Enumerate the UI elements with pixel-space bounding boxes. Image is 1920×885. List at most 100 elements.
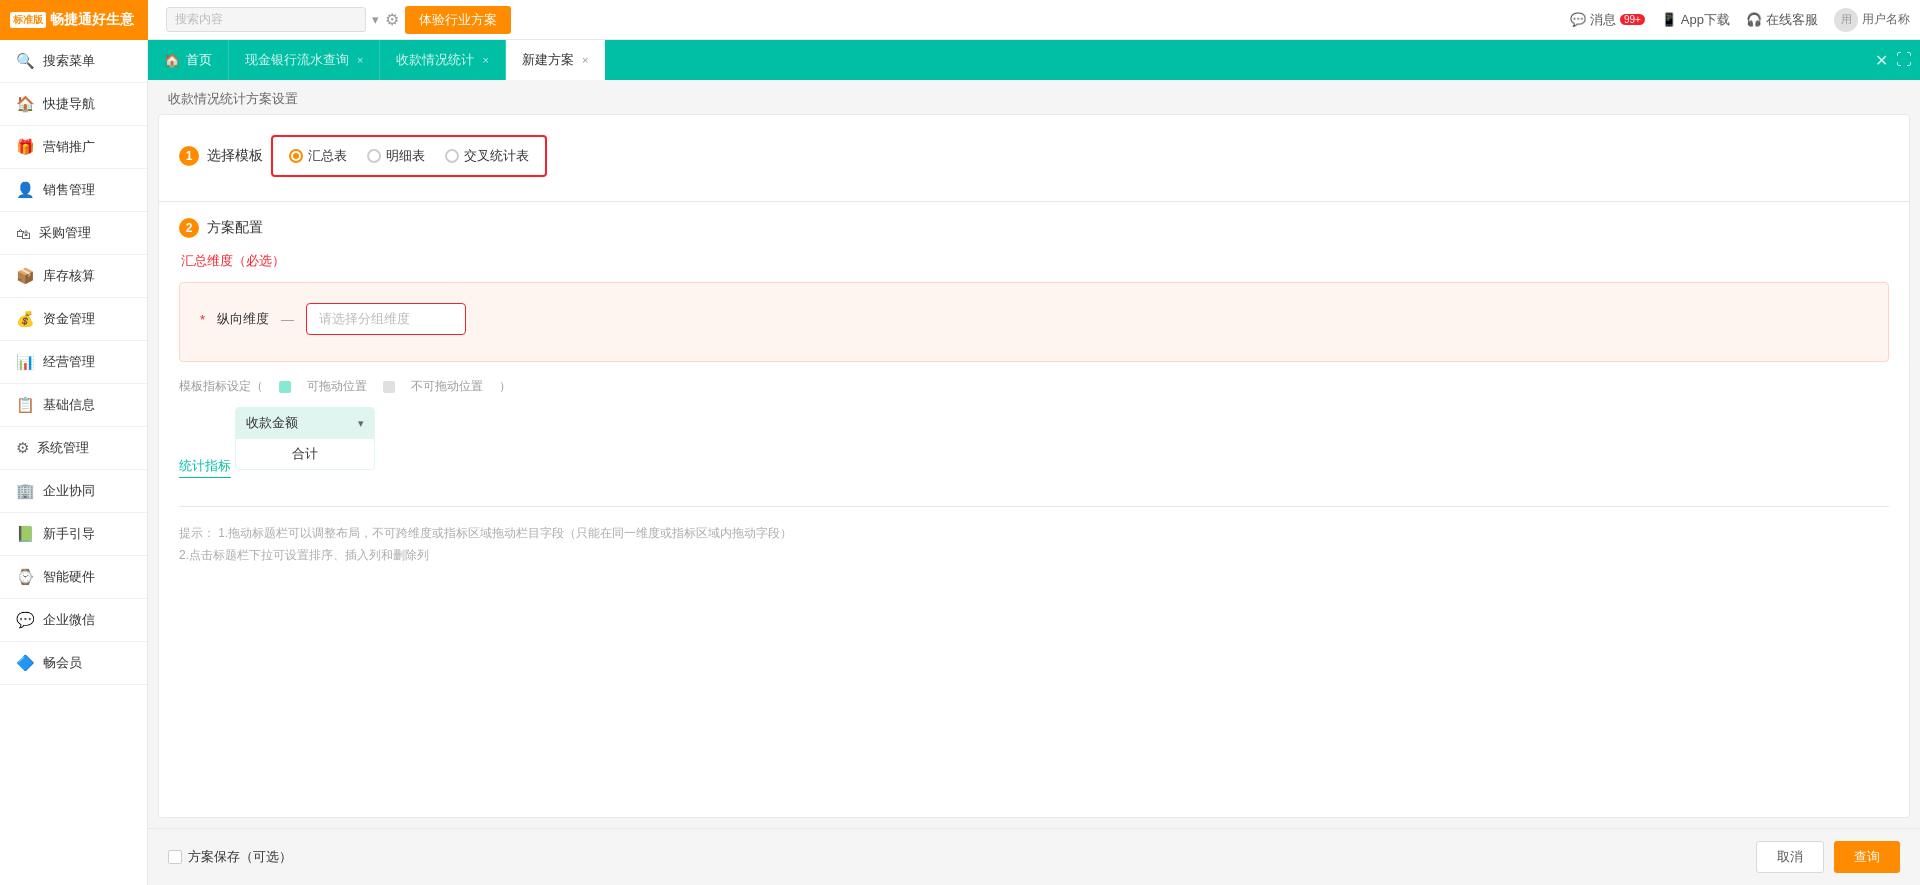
online-support-btn[interactable]: 🎧 在线客服 — [1746, 11, 1818, 29]
radio-summary[interactable]: 汇总表 — [289, 147, 347, 165]
message-btn[interactable]: 💬 消息 99+ — [1570, 11, 1645, 29]
vertical-dim-label: 纵向维度 — [217, 310, 269, 328]
cancel-button[interactable]: 取消 — [1756, 841, 1824, 873]
logo-area: 标准版 畅捷通好生意 — [0, 0, 148, 40]
system-icon: ⚙ — [16, 439, 29, 457]
message-badge: 99+ — [1620, 14, 1645, 25]
sidebar-item-system[interactable]: ⚙ 系统管理 — [0, 427, 147, 470]
member-icon: 🔷 — [16, 654, 35, 672]
support-icon: 🎧 — [1746, 12, 1762, 27]
sidebar-item-label: 资金管理 — [43, 310, 95, 328]
radio-detail-circle — [367, 149, 381, 163]
sidebar-item-sales[interactable]: 👤 销售管理 — [0, 169, 147, 212]
tab-new-plan[interactable]: 新建方案 × — [506, 40, 605, 80]
guide-icon: 📗 — [16, 525, 35, 543]
sidebar-item-wechat[interactable]: 💬 企业微信 — [0, 599, 147, 642]
tab-collection-stats-close[interactable]: × — [482, 54, 488, 66]
hardware-icon: ⌚ — [16, 568, 35, 586]
sidebar-item-label: 新手引导 — [43, 525, 95, 543]
header-search-box[interactable]: 搜索内容 — [166, 7, 366, 32]
tab-bank-flow-close[interactable]: × — [357, 54, 363, 66]
save-checkbox-input[interactable] — [168, 850, 182, 864]
wechat-icon: 💬 — [16, 611, 35, 629]
purchase-icon: 🛍 — [16, 225, 31, 242]
metrics-column-header: 收款金额 — [246, 414, 298, 432]
tab-close-all-btn[interactable]: ✕ — [1875, 51, 1888, 70]
query-button[interactable]: 查询 — [1834, 841, 1900, 873]
required-star: * — [200, 312, 205, 327]
sidebar-item-marketing[interactable]: 🎁 营销推广 — [0, 126, 147, 169]
app-download-btn[interactable]: 📱 App下载 — [1661, 11, 1730, 29]
sidebar-item-guide[interactable]: 📗 新手引导 — [0, 513, 147, 556]
tab-expand-btn[interactable]: ⛶ — [1896, 51, 1912, 69]
sidebar-item-label: 采购管理 — [39, 224, 91, 242]
tab-home[interactable]: 🏠 首页 — [148, 40, 229, 80]
search-menu-icon: 🔍 — [16, 52, 35, 70]
radio-crosstab[interactable]: 交叉统计表 — [445, 147, 529, 165]
sidebar-item-label: 库存核算 — [43, 267, 95, 285]
sidebar-item-label: 畅会员 — [43, 654, 82, 672]
tab-new-plan-close[interactable]: × — [582, 54, 588, 66]
marketing-icon: 🎁 — [16, 138, 35, 156]
settings-icon[interactable]: ⚙ — [385, 10, 399, 29]
tip-line1: 提示： 1.拖动标题栏可以调整布局，不可跨维度或指标区域拖动栏目字段（只能在同一… — [179, 523, 1889, 545]
draggable-label: 可拖动位置 — [307, 378, 367, 395]
bottom-bar: 方案保存（可选） 取消 查询 — [148, 828, 1920, 885]
tab-bank-flow-label: 现金银行流水查询 — [245, 51, 349, 69]
step1-number: 1 — [179, 146, 199, 166]
sidebar-item-member[interactable]: 🔷 畅会员 — [0, 642, 147, 685]
sidebar-item-label: 系统管理 — [37, 439, 89, 457]
dimension-area: * 纵向维度 — 请选择分组维度 — [179, 282, 1889, 362]
metrics-dropdown-arrow[interactable]: ▾ — [358, 417, 364, 430]
page-title: 收款情况统计方案设置 — [168, 91, 298, 106]
metrics-section: 模板指标设定（ 可拖动位置 不可拖动位置 ） 统计指标 — [179, 378, 1889, 486]
radio-crosstab-circle — [445, 149, 459, 163]
draggable-tag — [279, 381, 291, 393]
sidebar-item-search-menu[interactable]: 🔍 搜索菜单 — [0, 40, 147, 83]
non-draggable-label: 不可拖动位置 — [411, 378, 483, 395]
sidebar-item-hardware[interactable]: ⌚ 智能硬件 — [0, 556, 147, 599]
sidebar-item-enterprise[interactable]: 🏢 企业协同 — [0, 470, 147, 513]
basic-icon: 📋 — [16, 396, 35, 414]
sidebar-item-quick-nav[interactable]: 🏠 快捷导航 — [0, 83, 147, 126]
sidebar-item-label: 搜索菜单 — [43, 52, 95, 70]
tab-home-label: 首页 — [186, 51, 212, 69]
sidebar-item-operations[interactable]: 📊 经营管理 — [0, 341, 147, 384]
search-placeholder: 搜索内容 — [175, 11, 223, 28]
sidebar-item-label: 销售管理 — [43, 181, 95, 199]
tab-new-plan-label: 新建方案 — [522, 51, 574, 69]
user-area[interactable]: 用 用户名称 — [1834, 8, 1920, 32]
sidebar-item-basic[interactable]: 📋 基础信息 — [0, 384, 147, 427]
sidebar-item-label: 经营管理 — [43, 353, 95, 371]
step1-title: 选择模板 — [207, 147, 263, 165]
save-checkbox-label: 方案保存（可选） — [188, 848, 292, 866]
radio-detail[interactable]: 明细表 — [367, 147, 425, 165]
enterprise-icon: 🏢 — [16, 482, 35, 500]
template-selector: 汇总表 明细表 交叉统计表 — [271, 135, 547, 177]
tab-collection-stats[interactable]: 收款情况统计 × — [380, 40, 505, 80]
finance-icon: 💰 — [16, 310, 35, 328]
dimension-select[interactable]: 请选择分组维度 — [306, 303, 466, 335]
page-title-bar: 收款情况统计方案设置 — [148, 80, 1920, 114]
radio-crosstab-label: 交叉统计表 — [464, 147, 529, 165]
save-checkbox-area[interactable]: 方案保存（可选） — [168, 848, 292, 866]
step2-number: 2 — [179, 218, 199, 238]
metrics-setting-label: 模板指标设定（ — [179, 378, 263, 395]
header-dropdown-arrow[interactable]: ▾ — [372, 12, 379, 27]
quick-nav-icon: 🏠 — [16, 95, 35, 113]
sidebar-item-purchase[interactable]: 🛍 采购管理 — [0, 212, 147, 255]
metrics-table-header[interactable]: 收款金额 ▾ — [236, 408, 374, 438]
non-draggable-tag — [383, 381, 395, 393]
sidebar-item-inventory[interactable]: 📦 库存核算 — [0, 255, 147, 298]
tab-bank-flow[interactable]: 现金银行流水查询 × — [229, 40, 380, 80]
sales-icon: 👤 — [16, 181, 35, 199]
sidebar-item-finance[interactable]: 💰 资金管理 — [0, 298, 147, 341]
trial-button[interactable]: 体验行业方案 — [405, 6, 511, 34]
sidebar-item-label: 智能硬件 — [43, 568, 95, 586]
step1-section: 1 选择模板 汇总表 — [179, 135, 1889, 177]
message-icon: 💬 — [1570, 12, 1586, 27]
radio-summary-label: 汇总表 — [308, 147, 347, 165]
sidebar-item-label: 企业协同 — [43, 482, 95, 500]
sidebar-item-label: 营销推广 — [43, 138, 95, 156]
step2-section: 2 方案配置 汇总维度（必选） * 纵向维度 — [179, 218, 1889, 566]
